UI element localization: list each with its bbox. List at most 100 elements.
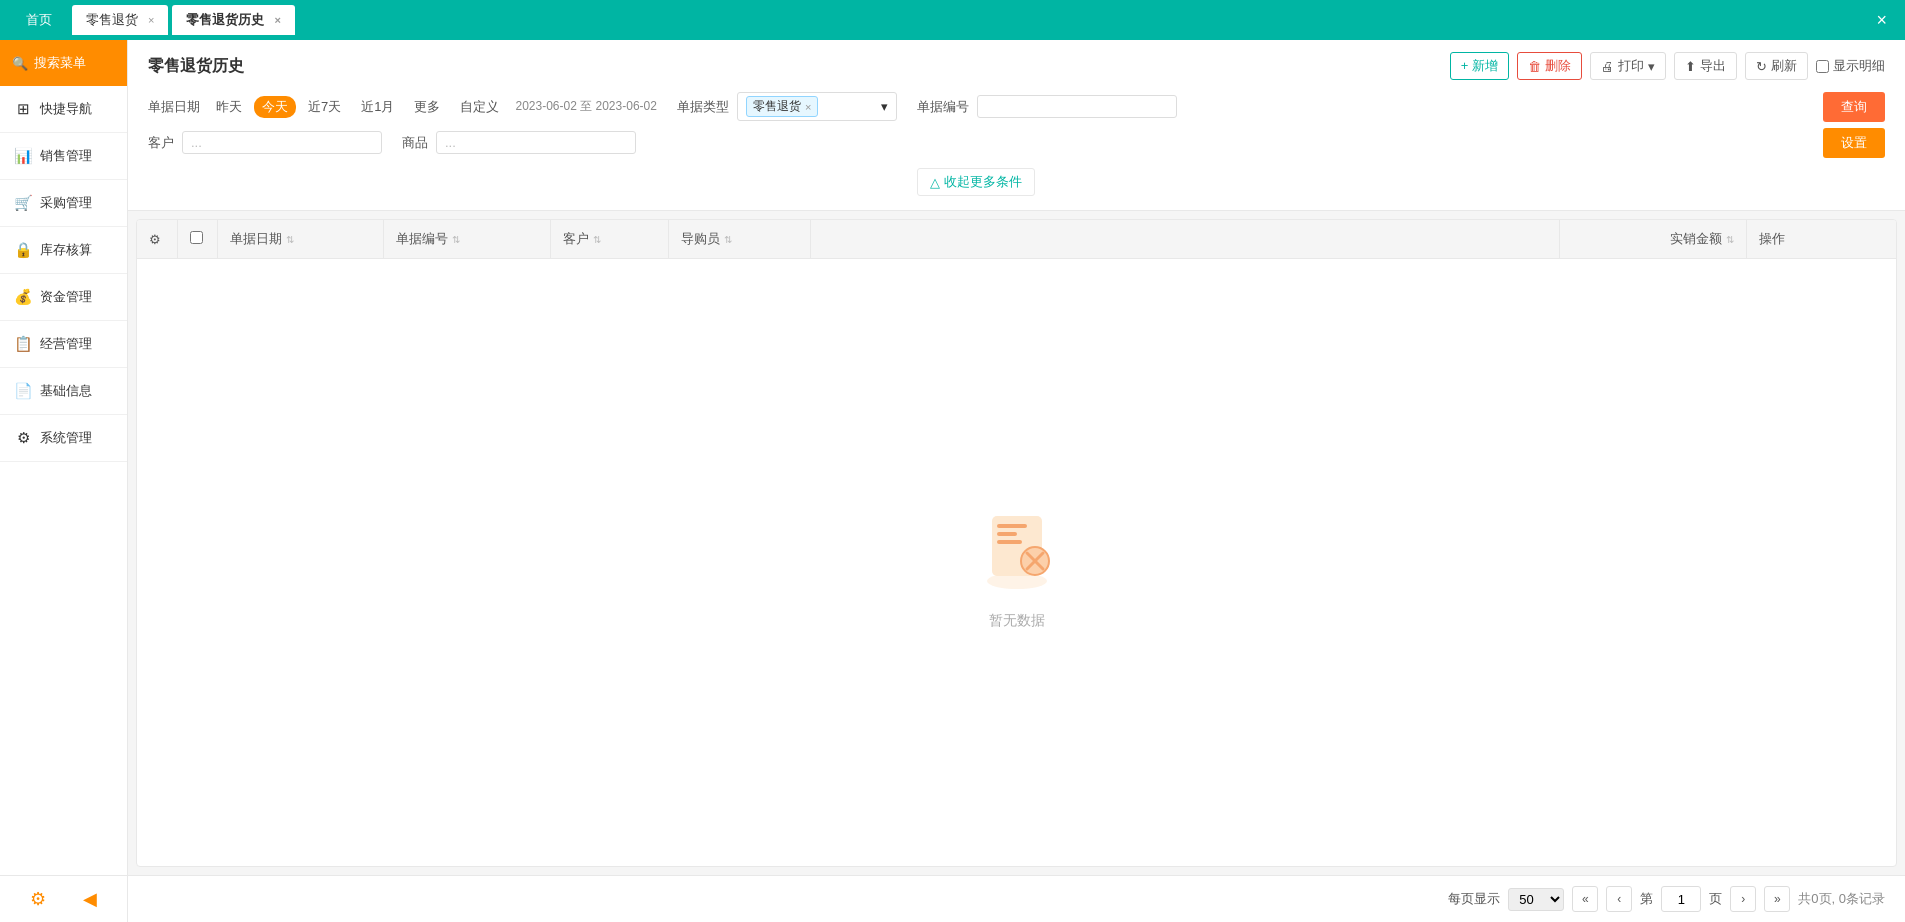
sidebar-search[interactable]: 🔍 搜索菜单 — [0, 40, 127, 86]
filter-customer: 客户 ... — [148, 131, 382, 154]
date-shortcut-yesterday[interactable]: 昨天 — [208, 96, 250, 118]
toolbar: + 新增 🗑 删除 🖨 打印 ▾ ⬆ 导出 ↻ — [1450, 52, 1885, 80]
doc-type-select[interactable]: 零售退货 × ▾ — [737, 92, 897, 121]
tab-retail-return[interactable]: 零售退货 × — [72, 5, 168, 35]
sidebar-item-sales-mgmt[interactable]: 📊 销售管理 — [0, 133, 127, 180]
customer-sort-icon: ⇅ — [593, 234, 601, 245]
last-page-btn[interactable]: » — [1764, 886, 1790, 912]
sidebar-item-system-label: 系统管理 — [40, 429, 92, 447]
show-detail-checkbox[interactable] — [1816, 60, 1829, 73]
pagination-bar: 每页显示 20 50 100 200 « ‹ 第 页 › » 共0页, 0条记录 — [128, 875, 1905, 922]
delete-icon: 🗑 — [1528, 59, 1541, 74]
col-doc-date[interactable]: 单据日期 ⇅ — [217, 220, 384, 259]
tab-bar: 首页 零售退货 × 零售退货历史 × × — [0, 0, 1905, 40]
sidebar-item-quick-nav-label: 快捷导航 — [40, 100, 92, 118]
page-info: 共0页, 0条记录 — [1798, 890, 1885, 908]
basic-info-icon: 📄 — [14, 382, 32, 400]
col-checkbox[interactable] — [177, 220, 217, 259]
settings-icon[interactable]: ⚙ — [30, 888, 46, 910]
date-shortcut-custom[interactable]: 自定义 — [452, 96, 507, 118]
select-all-checkbox[interactable] — [190, 231, 203, 244]
filter-actions: 查询 设置 — [1823, 92, 1885, 158]
date-shortcut-more[interactable]: 更多 — [406, 96, 448, 118]
sidebar-item-operations[interactable]: 📋 经营管理 — [0, 321, 127, 368]
setting-button[interactable]: 设置 — [1823, 128, 1885, 158]
gear-icon[interactable]: ⚙ — [149, 232, 161, 247]
tab-retail-return-close[interactable]: × — [148, 14, 154, 26]
main-layout: 🔍 搜索菜单 ⊞ 快捷导航 📊 销售管理 🛒 采购管理 🔒 库存核算 💰 资金管… — [0, 40, 1905, 922]
col-operation: 操作 — [1746, 220, 1896, 259]
tab-retail-return-label: 零售退货 — [86, 11, 138, 29]
page-number-input[interactable] — [1661, 886, 1701, 912]
col-doc-num[interactable]: 单据编号 ⇅ — [384, 220, 551, 259]
sidebar-item-operations-label: 经营管理 — [40, 335, 92, 353]
date-shortcut-7days[interactable]: 近7天 — [300, 96, 349, 118]
query-button[interactable]: 查询 — [1823, 92, 1885, 122]
next-page-btn[interactable]: › — [1730, 886, 1756, 912]
inventory-icon: 🔒 — [14, 241, 32, 259]
col-customer[interactable]: 客户 ⇅ — [550, 220, 668, 259]
purchase-mgmt-icon: 🛒 — [14, 194, 32, 212]
filter-doc-num: 单据编号 — [917, 95, 1177, 118]
empty-text: 暂无数据 — [989, 612, 1045, 630]
col-guide[interactable]: 导购员 ⇅ — [668, 220, 810, 259]
finance-icon: 💰 — [14, 288, 32, 306]
sidebar-item-sales-label: 销售管理 — [40, 147, 92, 165]
col-gear[interactable]: ⚙ — [137, 220, 177, 259]
tab-retail-return-history[interactable]: 零售退货历史 × — [172, 5, 294, 35]
page-size-select[interactable]: 20 50 100 200 — [1508, 888, 1564, 911]
tab-home[interactable]: 首页 — [10, 0, 68, 40]
col-actual-amount[interactable]: 实销金额 ⇅ — [1559, 220, 1746, 259]
date-shortcut-1month[interactable]: 近1月 — [353, 96, 402, 118]
doc-num-input[interactable] — [977, 95, 1177, 118]
data-table: ⚙ 单据日期 ⇅ 单据编号 — [137, 220, 1896, 259]
customer-input[interactable]: ... — [182, 131, 382, 154]
col-actual-amount-label: 实销金额 — [1670, 230, 1722, 248]
show-detail-checkbox-label[interactable]: 显示明细 — [1816, 57, 1885, 75]
export-button[interactable]: ⬆ 导出 — [1674, 52, 1737, 80]
sidebar-item-quick-nav[interactable]: ⊞ 快捷导航 — [0, 86, 127, 133]
sidebar-search-label: 搜索菜单 — [34, 54, 86, 72]
add-button[interactable]: + 新增 — [1450, 52, 1509, 80]
prev-page-btn[interactable]: ‹ — [1606, 886, 1632, 912]
date-range-display: 2023-06-02 至 2023-06-02 — [515, 98, 656, 115]
search-icon: 🔍 — [12, 56, 28, 71]
filter-area: 单据日期 昨天 今天 近7天 近1月 更多 自定义 2023-06-02 至 2… — [148, 92, 1885, 210]
col-guide-label: 导购员 — [681, 230, 720, 248]
window-close-btn[interactable]: × — [1868, 10, 1895, 31]
sidebar-item-basic-info-label: 基础信息 — [40, 382, 92, 400]
sidebar-item-purchase-label: 采购管理 — [40, 194, 92, 212]
sidebar-item-finance[interactable]: 💰 资金管理 — [0, 274, 127, 321]
sidebar-item-inventory-label: 库存核算 — [40, 241, 92, 259]
refresh-button[interactable]: ↻ 刷新 — [1745, 52, 1808, 80]
doc-type-tag-close[interactable]: × — [805, 101, 811, 113]
page-title: 零售退货历史 — [148, 56, 244, 77]
date-shortcut-today[interactable]: 今天 — [254, 96, 296, 118]
goods-input[interactable]: ... — [436, 131, 636, 154]
sidebar-item-purchase-mgmt[interactable]: 🛒 采购管理 — [0, 180, 127, 227]
sidebar-item-system-mgmt[interactable]: ⚙ 系统管理 — [0, 415, 127, 462]
customer-filter-label: 客户 — [148, 134, 174, 152]
sidebar-item-basic-info[interactable]: 📄 基础信息 — [0, 368, 127, 415]
empty-icon — [967, 496, 1067, 596]
col-operation-label: 操作 — [1759, 231, 1785, 246]
collapse-sidebar-icon[interactable]: ◀ — [83, 888, 97, 910]
tab-retail-return-history-close[interactable]: × — [274, 14, 280, 26]
print-icon: 🖨 — [1601, 59, 1614, 74]
sales-mgmt-icon: 📊 — [14, 147, 32, 165]
print-button[interactable]: 🖨 打印 ▾ — [1590, 52, 1666, 80]
filter-date: 单据日期 昨天 今天 近7天 近1月 更多 自定义 2023-06-02 至 2… — [148, 96, 657, 118]
show-detail-label: 显示明细 — [1833, 57, 1885, 75]
system-mgmt-icon: ⚙ — [14, 429, 32, 447]
doc-type-tag-text: 零售退货 — [753, 98, 801, 115]
tab-retail-return-history-label: 零售退货历史 — [186, 11, 264, 29]
collapse-label: 收起更多条件 — [944, 173, 1022, 191]
sidebar-item-inventory[interactable]: 🔒 库存核算 — [0, 227, 127, 274]
first-page-btn[interactable]: « — [1572, 886, 1598, 912]
content-area: 零售退货历史 + 新增 🗑 删除 🖨 打印 ▾ ⬆ 导出 — [128, 40, 1905, 922]
delete-button[interactable]: 🗑 删除 — [1517, 52, 1582, 80]
refresh-label: 刷新 — [1771, 57, 1797, 75]
collapse-btn[interactable]: △ 收起更多条件 — [917, 168, 1035, 196]
doc-num-label: 单据编号 — [917, 98, 969, 116]
doc-date-sort-icon: ⇅ — [286, 234, 294, 245]
